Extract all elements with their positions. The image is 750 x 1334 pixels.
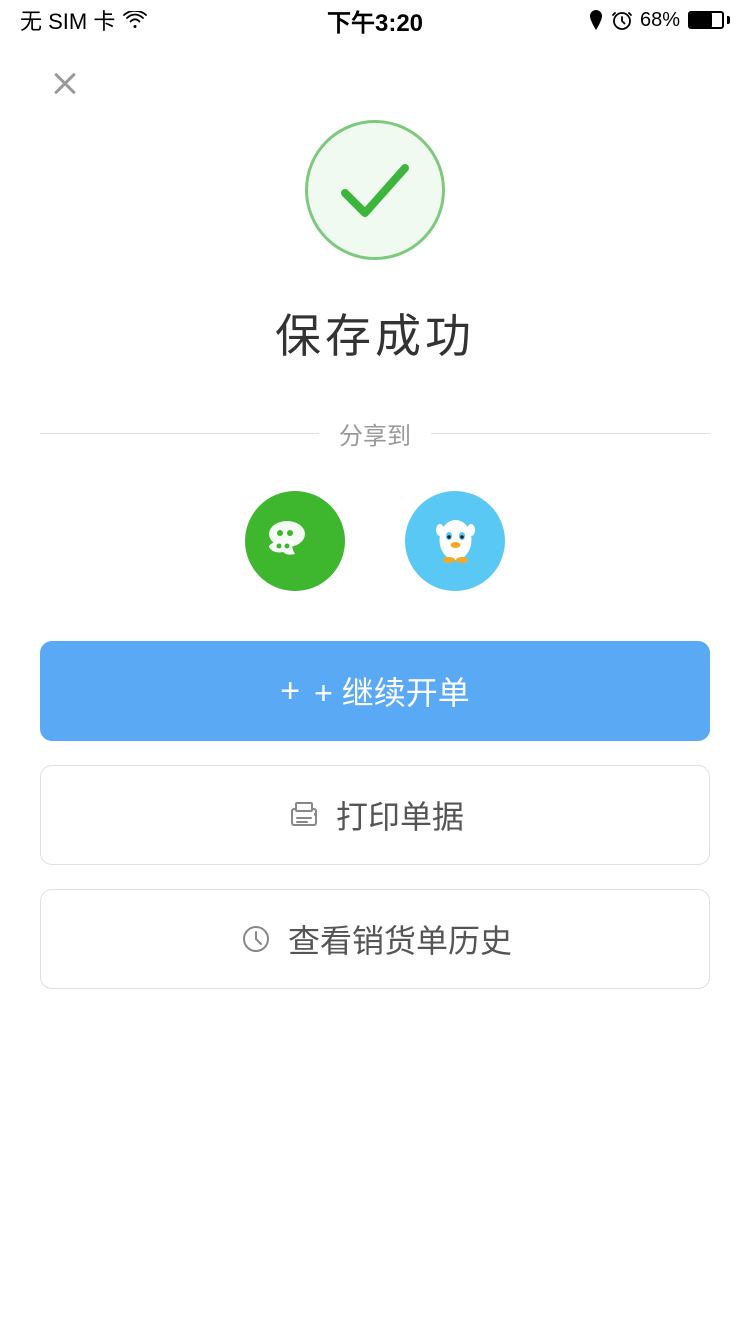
qq-share-button[interactable] bbox=[405, 491, 505, 591]
share-section: 分享到 bbox=[0, 416, 750, 591]
continue-label: + 继续开单 bbox=[314, 668, 470, 714]
status-bar: 无 SIM 卡 下午3:20 68% bbox=[0, 0, 750, 40]
plus-icon: + bbox=[280, 672, 300, 711]
history-button[interactable]: 查看销货单历史 bbox=[40, 889, 710, 989]
divider-right bbox=[431, 433, 710, 434]
print-label: 打印单据 bbox=[336, 792, 464, 838]
battery-percent: 68% bbox=[640, 9, 680, 32]
action-buttons: + + 继续开单 打印单据 bbox=[0, 641, 750, 989]
main-content: 保存成功 分享到 bbox=[0, 40, 750, 989]
status-time: 下午3:20 bbox=[327, 3, 423, 38]
alarm-icon bbox=[612, 10, 632, 30]
success-title: 保存成功 bbox=[275, 300, 475, 366]
history-label: 查看销货单历史 bbox=[288, 916, 512, 962]
share-icons bbox=[40, 491, 710, 591]
print-icon bbox=[286, 797, 322, 833]
location-icon bbox=[588, 10, 604, 30]
share-divider: 分享到 bbox=[40, 416, 710, 451]
wechat-share-button[interactable] bbox=[245, 491, 345, 591]
battery-icon bbox=[688, 11, 730, 29]
close-button[interactable] bbox=[40, 58, 90, 108]
print-button[interactable]: 打印单据 bbox=[40, 765, 710, 865]
share-label: 分享到 bbox=[339, 416, 411, 451]
wechat-icon bbox=[265, 516, 325, 566]
success-circle bbox=[305, 120, 445, 260]
history-icon bbox=[238, 921, 274, 957]
qq-icon bbox=[428, 514, 483, 569]
divider-left bbox=[40, 433, 319, 434]
wifi-icon bbox=[123, 11, 147, 29]
status-right: 68% bbox=[588, 9, 730, 32]
checkmark-icon bbox=[335, 158, 415, 223]
no-sim-text: 无 SIM 卡 bbox=[20, 4, 115, 36]
continue-button[interactable]: + + 继续开单 bbox=[40, 641, 710, 741]
status-left: 无 SIM 卡 bbox=[20, 4, 147, 36]
